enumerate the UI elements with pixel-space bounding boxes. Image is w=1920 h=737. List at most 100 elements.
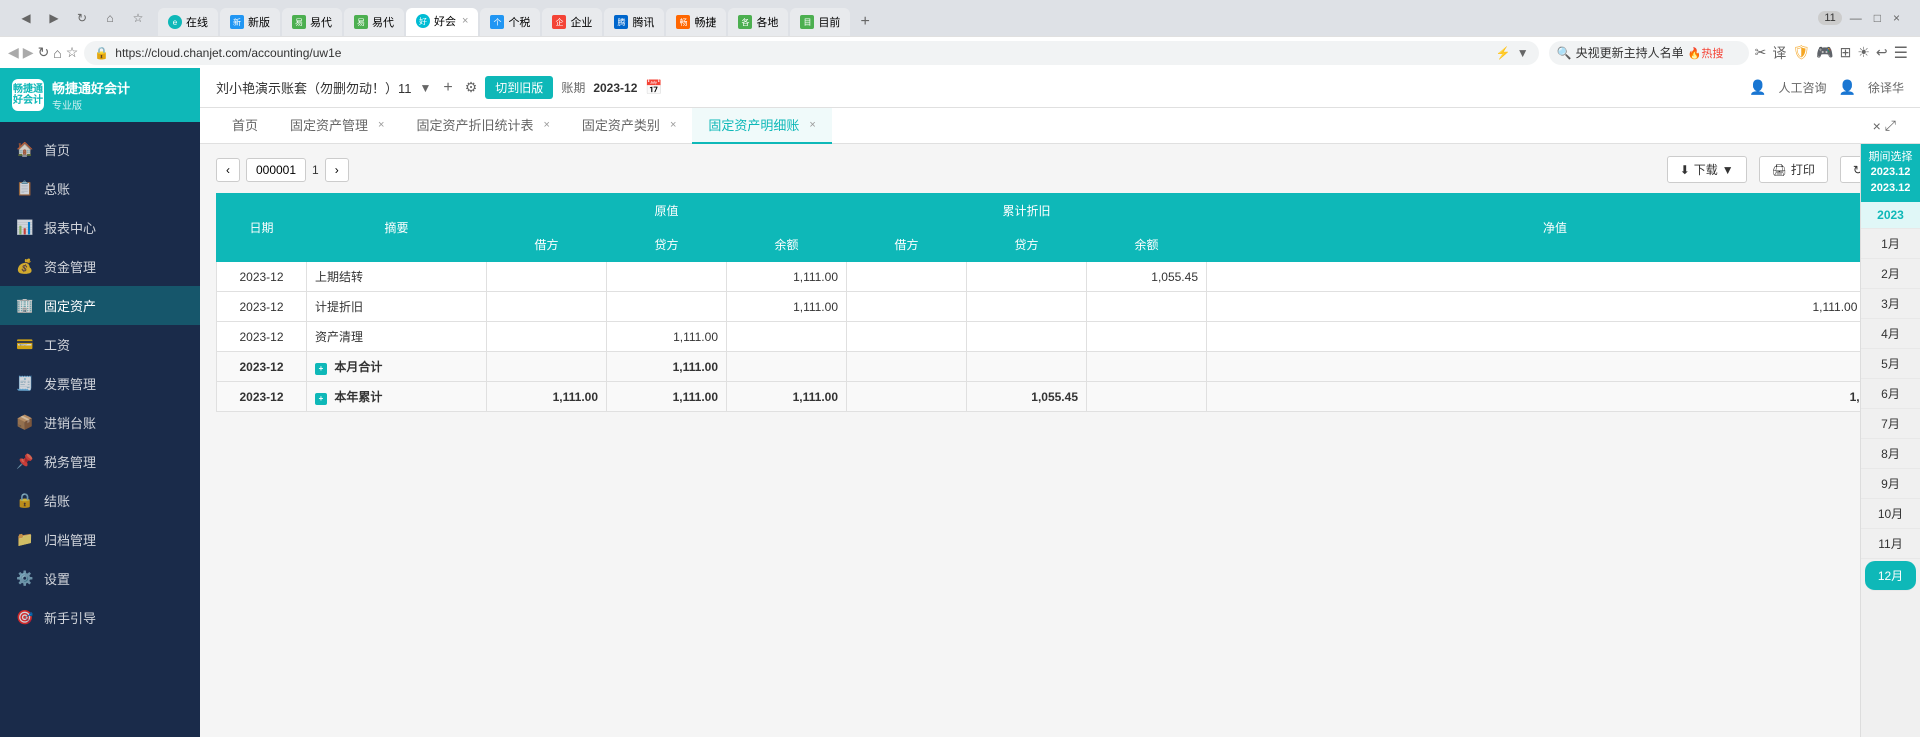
extension-icon[interactable]: ⚡ (1496, 46, 1511, 60)
row5-accum-credit: 1,055.45 (967, 382, 1087, 412)
scissors-icon[interactable]: ✂ (1755, 44, 1767, 61)
nav-item-home[interactable]: 🏠 首页 (0, 130, 200, 169)
nav-item-closing[interactable]: 🔒 结账 (0, 481, 200, 520)
game-icon[interactable]: 🎮 (1816, 44, 1833, 61)
next-page-btn[interactable]: › (325, 158, 349, 182)
translate-icon[interactable]: 译 (1772, 43, 1786, 63)
tab-detail-close[interactable]: × (809, 119, 815, 131)
addr-forward[interactable]: ▶ (23, 44, 34, 61)
nav-item-fund[interactable]: 💰 资金管理 (0, 247, 200, 286)
bookmark-btn[interactable]: ☆ (128, 8, 148, 28)
tab-fixed-mgmt[interactable]: 固定资产管理 × (274, 108, 400, 144)
home-btn[interactable]: ⌂ (100, 8, 120, 28)
tab-depreciation[interactable]: 固定资产折旧统计表 × (400, 108, 565, 144)
addr-bookmark[interactable]: ☆ (66, 44, 79, 61)
period-start-value: 2023.12 (1865, 165, 1916, 180)
prev-page-btn[interactable]: ‹ (216, 158, 240, 182)
period-label: 账期 (561, 79, 585, 96)
browser-tab-8[interactable]: 腾 腾讯 (604, 8, 664, 36)
period-month-10[interactable]: 10月 (1861, 499, 1920, 529)
print-btn[interactable]: 🖨 打印 (1759, 156, 1828, 183)
browser-tab-2[interactable]: 新 新版 (220, 8, 280, 36)
nav-item-settings[interactable]: ⚙️ 设置 (0, 559, 200, 598)
browser-tab-11[interactable]: 目 目前 (790, 8, 850, 36)
period-month-9[interactable]: 9月 (1861, 469, 1920, 499)
forward-btn[interactable]: ▶ (44, 8, 64, 28)
menu-icon[interactable]: ☰ (1894, 43, 1908, 63)
nav-item-payroll[interactable]: 💳 工资 (0, 325, 200, 364)
tab5-close[interactable]: × (462, 15, 468, 27)
nav-item-reports-label: 报表中心 (44, 218, 96, 237)
browser-tab-6[interactable]: 个 个税 (480, 8, 540, 36)
user-name[interactable]: 徐译华 (1868, 79, 1904, 96)
nav-item-invoice[interactable]: 🧾 发票管理 (0, 364, 200, 403)
summary-icon: + (315, 363, 327, 375)
nav-item-fixed-assets[interactable]: 🏢 固定资产 (0, 286, 200, 325)
period-month-8[interactable]: 8月 (1861, 439, 1920, 469)
reload-btn[interactable]: ↻ (72, 8, 92, 28)
period-month-7[interactable]: 7月 (1861, 409, 1920, 439)
sun-icon[interactable]: ☀ (1857, 44, 1870, 61)
close-panel-btn[interactable]: × (1873, 118, 1881, 134)
tab-home[interactable]: 首页 (216, 108, 274, 144)
row2-net-value: 1,111.00 2023 (1207, 292, 1904, 322)
period-month-1[interactable]: 1月 (1861, 229, 1920, 259)
nav-item-archive-label: 归档管理 (44, 530, 96, 549)
addr-home[interactable]: ⌂ (53, 45, 61, 61)
period-month-5[interactable]: 5月 (1861, 349, 1920, 379)
period-value: 2023-12 (593, 81, 637, 95)
back-btn[interactable]: ◀ (16, 8, 36, 28)
shield-icon[interactable]: 🛡 (1792, 44, 1810, 61)
addr-back[interactable]: ◀ (8, 44, 19, 61)
dropdown-icon[interactable]: ▼ (1517, 46, 1529, 60)
browser-tab-3[interactable]: 易 易代 (282, 8, 342, 36)
purchase-sale-nav-icon: 📦 (16, 414, 34, 432)
browser-tab-5[interactable]: 好 好会 × (406, 8, 478, 36)
service-label[interactable]: 人工咨询 (1779, 79, 1827, 96)
address-input[interactable] (115, 46, 1490, 60)
search-box[interactable]: 🔍 央视更新主持人名单 🔥热搜 (1549, 41, 1749, 65)
period-month-11[interactable]: 11月 (1861, 529, 1920, 559)
switch-old-version-btn[interactable]: 切到旧版 (485, 76, 553, 99)
nav-item-archive[interactable]: 📁 归档管理 (0, 520, 200, 559)
period-month-3[interactable]: 3月 (1861, 289, 1920, 319)
browser-tab-10[interactable]: 各 各地 (728, 8, 788, 36)
browser-tab-1[interactable]: e 在线 (158, 8, 218, 36)
nav-item-home-label: 首页 (44, 140, 70, 159)
window-close[interactable]: × (1889, 7, 1904, 29)
nav-item-reports[interactable]: 📊 报表中心 (0, 208, 200, 247)
company-dropdown-icon[interactable]: ▼ (420, 81, 432, 95)
th-orig-balance: 余额 (727, 228, 847, 262)
window-minimize[interactable]: — (1846, 7, 1866, 29)
tab-category-close[interactable]: × (670, 119, 676, 131)
nav-item-tax[interactable]: 📌 税务管理 (0, 442, 200, 481)
tab-fixed-mgmt-close[interactable]: × (378, 119, 384, 131)
period-month-6[interactable]: 6月 (1861, 379, 1920, 409)
undo-icon[interactable]: ↩ (1876, 44, 1888, 61)
download-btn[interactable]: ⬇ 下载 ▼ (1667, 156, 1747, 183)
main-content: 刘小艳演示账套（勿删勿动！）11 ▼ + ⚙ 切到旧版 账期 2023-12 📅… (200, 68, 1920, 737)
tab-detail[interactable]: 固定资产明细账 × (692, 108, 831, 144)
period-month-4[interactable]: 4月 (1861, 319, 1920, 349)
period-month-12[interactable]: 12月 (1865, 561, 1916, 591)
period-month-2[interactable]: 2月 (1861, 259, 1920, 289)
grid-icon[interactable]: ⊞ (1840, 44, 1852, 61)
new-tab-btn[interactable]: + (852, 8, 877, 36)
settings-small-icon[interactable]: ⚙ (465, 79, 478, 96)
window-maximize[interactable]: □ (1870, 7, 1885, 29)
calendar-icon[interactable]: 📅 (645, 79, 662, 96)
tab-category[interactable]: 固定资产类别 × (566, 108, 692, 144)
nav-item-ledger[interactable]: 📋 总账 (0, 169, 200, 208)
row2-accum-balance (1087, 292, 1207, 322)
expand-panel-btn[interactable]: ⤢ (1885, 117, 1896, 134)
tab7-label: 企业 (570, 14, 592, 30)
browser-tab-4[interactable]: 易 易代 (344, 8, 404, 36)
nav-item-purchase-sale[interactable]: 📦 进销台账 (0, 403, 200, 442)
browser-tab-7[interactable]: 企 企业 (542, 8, 602, 36)
nav-item-guide[interactable]: 🎯 新手引导 (0, 598, 200, 637)
addr-reload[interactable]: ↻ (38, 44, 50, 61)
add-account-btn[interactable]: + (439, 79, 456, 97)
browser-tab-9[interactable]: 畅 畅捷 (666, 8, 726, 36)
tab-depreciation-close[interactable]: × (543, 119, 549, 131)
pagination-input[interactable] (246, 158, 306, 182)
